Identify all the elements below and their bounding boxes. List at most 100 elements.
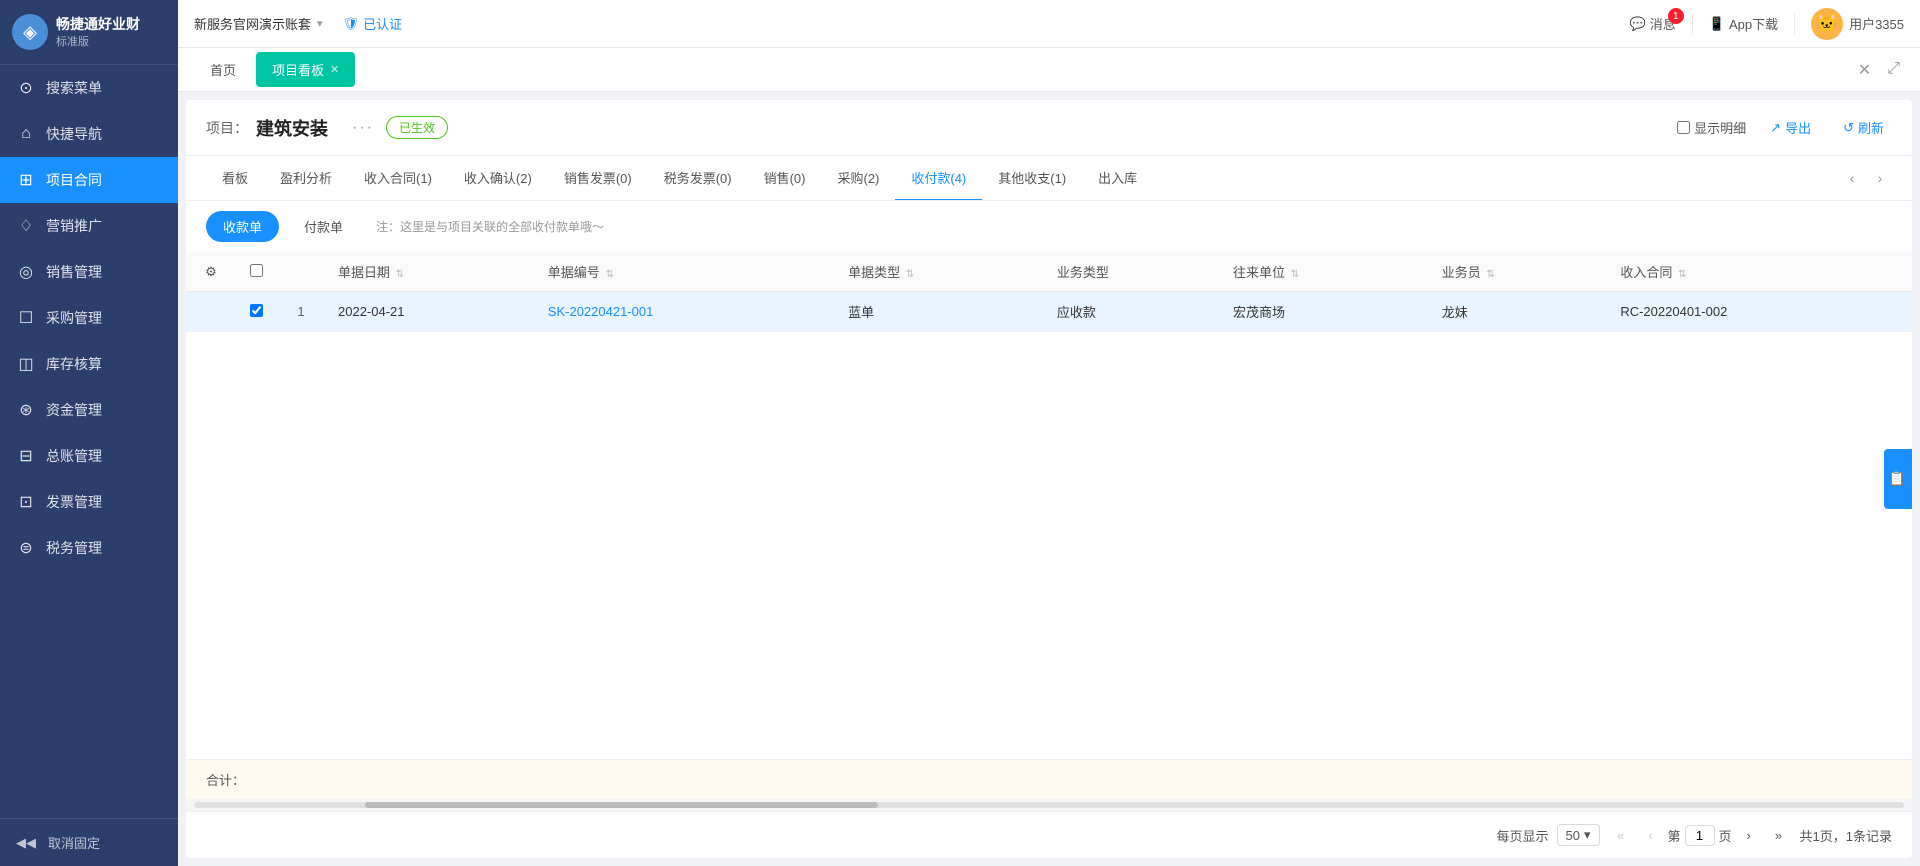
type-column-header[interactable]: 单据类型 ⇅: [836, 252, 1045, 292]
invoice-icon: ⊡: [16, 492, 36, 512]
purchase-icon: ☐: [16, 308, 36, 328]
num-column-header: [276, 252, 326, 292]
page-size-value: 50: [1566, 828, 1580, 843]
account-name: 新服务官网演示账套: [194, 14, 311, 33]
sidebar-item-tax[interactable]: ⊜ 税务管理: [0, 525, 178, 571]
sidebar-item-quick[interactable]: ⌂ 快捷导航: [0, 111, 178, 157]
checkbox-column-header[interactable]: [236, 252, 276, 292]
row-checkbox[interactable]: [250, 304, 263, 317]
sidebar-item-search[interactable]: ⊙ 搜索菜单: [0, 65, 178, 111]
settings-column-header[interactable]: ⚙: [186, 252, 236, 292]
income-contract-column-header[interactable]: 收入合同 ⇅: [1608, 252, 1912, 292]
document-link[interactable]: SK-20220421-001: [548, 304, 654, 319]
sidebar-item-marketing[interactable]: ♢ 营销推广: [0, 203, 178, 249]
sub-tab-kanban[interactable]: 看板: [206, 156, 264, 201]
message-button[interactable]: 💬 消息 1: [1630, 14, 1676, 33]
unpin-icon: ◀◀: [16, 835, 36, 851]
close-window-icon[interactable]: ✕: [1854, 56, 1875, 84]
page-number-input[interactable]: [1685, 825, 1715, 846]
code-column-header[interactable]: 单据编号 ⇅: [536, 252, 836, 292]
page-size-label: 每页显示: [1496, 826, 1548, 845]
tabbar-right: ✕ ⤢: [1854, 56, 1904, 84]
horizontal-scrollbar[interactable]: [186, 799, 1912, 811]
sub-tab-tax-invoice[interactable]: 税务发票(0): [648, 156, 748, 201]
app-download-button[interactable]: 📱 App下载: [1709, 14, 1778, 33]
divider2: [1794, 14, 1795, 34]
sidebar-item-ledger[interactable]: ⊟ 总账管理: [0, 433, 178, 479]
sub-tab-inout[interactable]: 出入库: [1082, 156, 1153, 201]
select-all-checkbox[interactable]: [250, 264, 263, 277]
page-size-select[interactable]: 50 ▾: [1557, 824, 1600, 846]
partner-column-header[interactable]: 往来单位 ⇅: [1221, 252, 1430, 292]
sidebar-item-label: 税务管理: [46, 538, 102, 558]
salesman-column-header[interactable]: 业务员 ⇅: [1430, 252, 1609, 292]
certified-label: 已认证: [363, 14, 402, 33]
sidebar-item-label: 快捷导航: [46, 124, 102, 144]
show-detail-checkbox[interactable]: 显示明细: [1677, 118, 1746, 137]
first-page-button[interactable]: «: [1608, 822, 1634, 848]
sub-tab-income-confirm[interactable]: 收入确认(2): [448, 156, 548, 201]
maximize-window-icon[interactable]: ⤢: [1883, 56, 1904, 84]
sub-tab-profit[interactable]: 盈利分析: [264, 156, 348, 201]
message-badge: 1: [1668, 8, 1684, 24]
mobile-icon: 📱: [1709, 16, 1725, 32]
sidebar-item-finance[interactable]: ⊛ 资金管理: [0, 387, 178, 433]
payment-toggle-button[interactable]: 付款单: [287, 211, 360, 242]
unpin-label: 取消固定: [48, 833, 100, 852]
account-selector[interactable]: 新服务官网演示账套 ▾: [194, 14, 323, 33]
row-code-cell[interactable]: SK-20220421-001: [536, 292, 836, 332]
close-tab-icon[interactable]: ✕: [330, 63, 339, 76]
user-button[interactable]: 🐱 用户3355: [1811, 8, 1904, 40]
certified-badge: 🛡 已认证: [343, 14, 403, 33]
sub-tab-other-income[interactable]: 其他收支(1): [982, 156, 1082, 201]
sort-icon: ⇅: [1678, 269, 1686, 280]
tab-project-board[interactable]: 项目看板 ✕: [256, 52, 355, 87]
sidebar-item-sales[interactable]: ◎ 销售管理: [0, 249, 178, 295]
project-label: 项目：: [206, 118, 248, 138]
sidebar-item-inventory[interactable]: ◫ 库存核算: [0, 341, 178, 387]
sub-tabs-prev-icon[interactable]: ‹: [1840, 166, 1864, 190]
row-checkbox-cell[interactable]: [236, 292, 276, 332]
sort-icon: ⇅: [906, 269, 914, 280]
main-area: 新服务官网演示账套 ▾ 🛡 已认证 💬 消息 1 📱 App下载 🐱 用: [178, 0, 1920, 866]
next-page-button[interactable]: ›: [1736, 822, 1762, 848]
sub-tab-sales-invoice[interactable]: 销售发票(0): [548, 156, 648, 201]
project-icon: ⊞: [16, 170, 36, 190]
tab-home-label: 首页: [210, 60, 236, 79]
project-name: 建筑安装: [256, 115, 328, 141]
float-action-icon: 📋: [1890, 470, 1906, 487]
prev-page-button[interactable]: ‹: [1638, 822, 1664, 848]
app-logo: ◈: [12, 14, 48, 50]
divider: [1692, 14, 1693, 34]
sub-tab-purchase[interactable]: 采购(2): [821, 156, 895, 201]
row-setting-cell: [186, 292, 236, 332]
sidebar-item-invoice[interactable]: ⊡ 发票管理: [0, 479, 178, 525]
home-icon: ⌂: [16, 125, 36, 143]
float-action-button[interactable]: 📋: [1884, 449, 1912, 509]
content-area: 项目： 建筑安装 ··· 已生效 显示明细 ↗ 导出 ↺ 刷新: [186, 100, 1912, 858]
last-page-button[interactable]: »: [1766, 822, 1792, 848]
sort-icon: ⇅: [1291, 269, 1299, 280]
sub-tabs-next-icon[interactable]: ›: [1868, 166, 1892, 190]
refresh-button[interactable]: ↺ 刷新: [1835, 114, 1892, 141]
sidebar-item-project[interactable]: ⊞ 项目合同: [0, 157, 178, 203]
detail-checkbox-input[interactable]: [1677, 121, 1690, 134]
inventory-icon: ◫: [16, 354, 36, 374]
sub-tab-sales[interactable]: 销售(0): [748, 156, 822, 201]
table-row[interactable]: 1 2022-04-21 SK-20220421-001 蓝单 应收款: [186, 292, 1912, 332]
topbar: 新服务官网演示账套 ▾ 🛡 已认证 💬 消息 1 📱 App下载 🐱 用: [178, 0, 1920, 48]
unpin-button[interactable]: ◀◀ 取消固定: [0, 818, 178, 866]
sidebar-item-label: 发票管理: [46, 492, 102, 512]
more-icon[interactable]: ···: [352, 119, 374, 137]
sub-tab-income-contract[interactable]: 收入合同(1): [348, 156, 448, 201]
biztype-column-header: 业务类型: [1045, 252, 1221, 292]
receipt-toggle-button[interactable]: 收款单: [206, 211, 279, 242]
tab-home[interactable]: 首页: [194, 52, 252, 87]
sub-tab-receipt[interactable]: 收付款(4): [895, 156, 982, 201]
date-column-header[interactable]: 单据日期 ⇅: [326, 252, 536, 292]
sidebar-item-label: 采购管理: [46, 308, 102, 328]
sidebar-item-purchase[interactable]: ☐ 采购管理: [0, 295, 178, 341]
export-button[interactable]: ↗ 导出: [1762, 114, 1819, 141]
marketing-icon: ♢: [16, 216, 36, 236]
scrollbar-thumb[interactable]: [365, 802, 878, 808]
